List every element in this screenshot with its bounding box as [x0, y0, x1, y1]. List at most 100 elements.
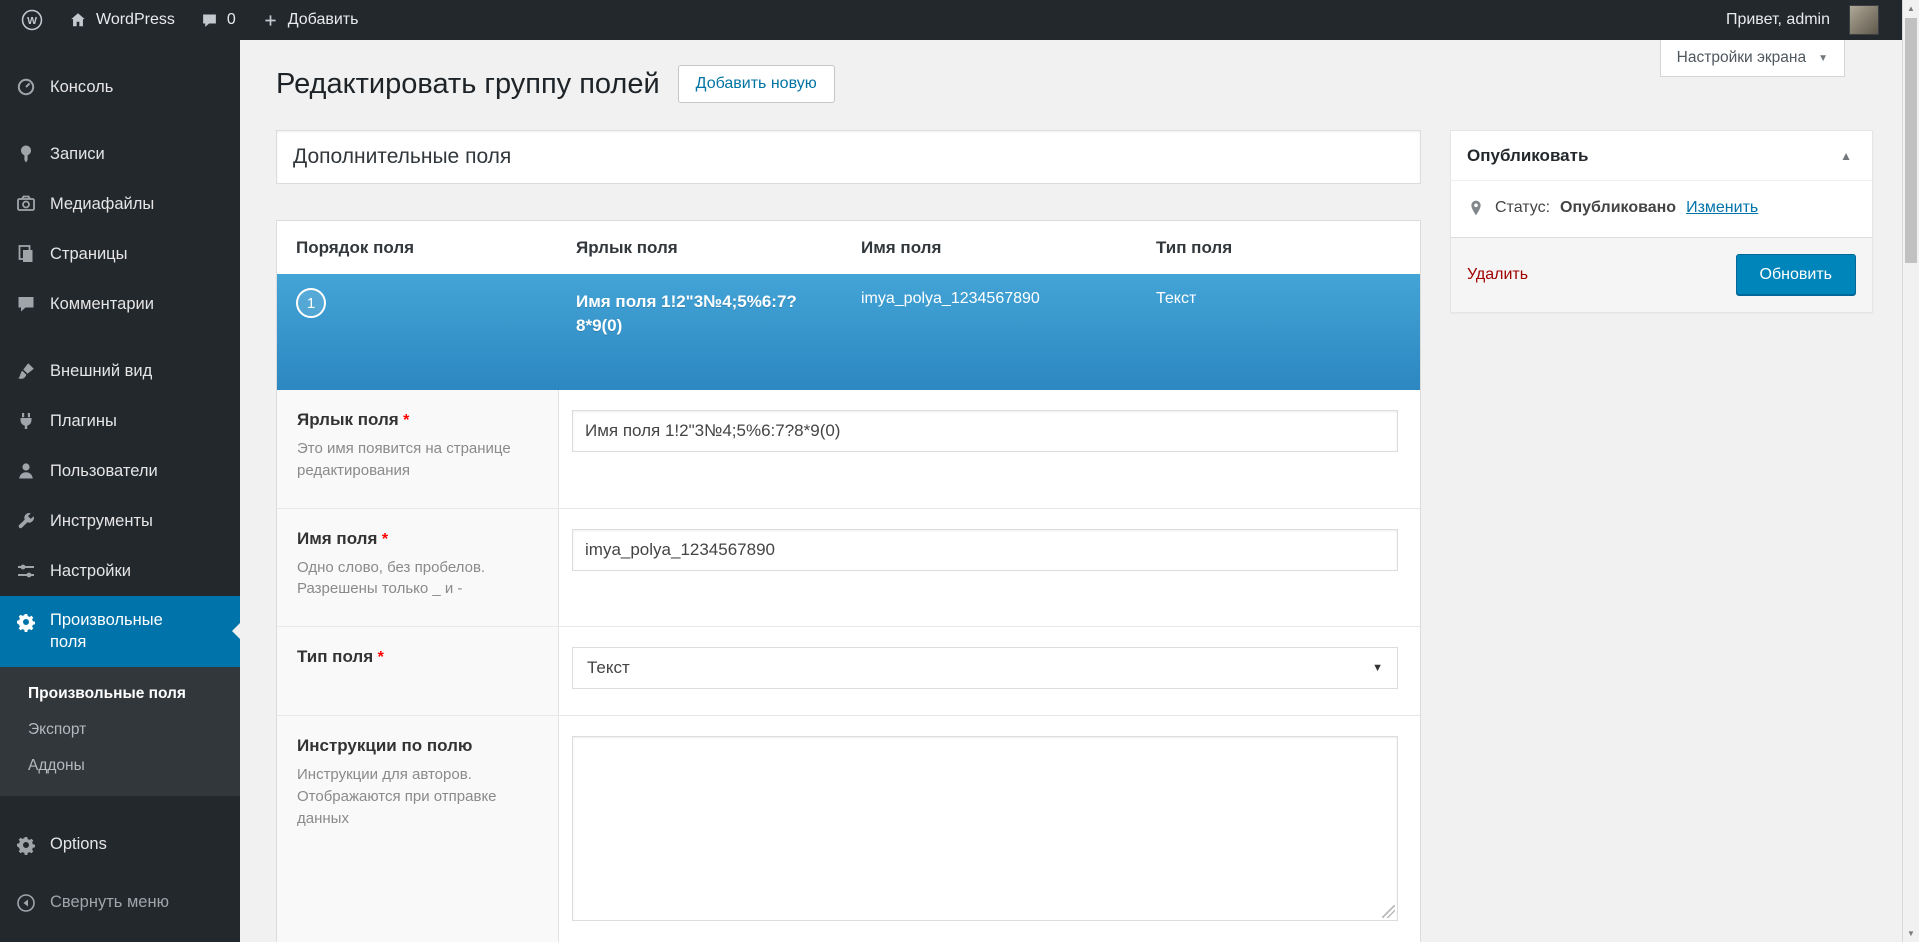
home-icon: [69, 11, 87, 29]
custom-fields-submenu: Произвольные поля Экспорт Аддоны: [0, 667, 240, 796]
media-icon: [15, 193, 37, 215]
sidebar-item-label: Настройки: [50, 562, 131, 581]
comments-shortcut[interactable]: 0: [188, 0, 249, 40]
new-content-label: Добавить: [288, 11, 359, 29]
sidebar-item-options[interactable]: Options: [0, 820, 240, 870]
field-instructions-textarea[interactable]: [572, 736, 1398, 921]
form-row-label-cell: Ярлык поля * Это имя появится на страниц…: [277, 390, 559, 508]
required-marker: *: [382, 531, 388, 548]
comments-count: 0: [227, 11, 236, 29]
form-row-field-name: Имя поля * Одно слово, без пробелов. Раз…: [277, 508, 1420, 627]
pushpin-icon: [15, 143, 37, 165]
sidebar-item-label: Options: [50, 835, 107, 854]
admin-sidebar: Консоль Записи Медиафайлы Страницы Комме…: [0, 40, 240, 942]
greeting-label: Привет, admin: [1726, 11, 1830, 29]
scroll-up-icon[interactable]: ▲: [1903, 0, 1919, 17]
vertical-scrollbar[interactable]: ▲ ▼: [1902, 0, 1919, 942]
sidebar-item-custom-fields[interactable]: Произвольные поля: [0, 596, 240, 667]
sidebar-item-tools[interactable]: Инструменты: [0, 496, 240, 546]
form-row-label-cell: Имя поля * Одно слово, без пробелов. Раз…: [277, 509, 559, 627]
sidebar-item-label: Консоль: [50, 78, 113, 97]
appearance-icon: [15, 360, 37, 382]
my-account-menu[interactable]: Привет, admin: [1713, 5, 1892, 35]
collapse-menu-button[interactable]: Свернуть меню: [0, 878, 240, 928]
sidebar-item-plugins[interactable]: Плагины: [0, 396, 240, 446]
wp-logo-menu[interactable]: W: [8, 0, 56, 40]
submenu-item-label: Произвольные поля: [28, 685, 186, 702]
field-row-name: imya_polya_1234567890: [861, 290, 1156, 390]
sidebar-item-label: Плагины: [50, 412, 117, 431]
sidebar-item-label: Внешний вид: [50, 362, 152, 381]
form-row-input-cell: [559, 716, 1420, 942]
field-type-selected-value: Текст: [587, 658, 630, 678]
edit-status-link[interactable]: Изменить: [1686, 199, 1758, 217]
column-header-name: Имя поля: [861, 238, 1156, 258]
editor-column: Порядок поля Ярлык поля Имя поля Тип пол…: [276, 130, 1421, 942]
publish-metabox-header: Опубликовать ▲: [1451, 131, 1872, 181]
sidebar-item-dashboard[interactable]: Консоль: [0, 62, 240, 112]
textarea-resize-handle[interactable]: [1382, 905, 1395, 918]
field-row-type: Текст: [1156, 290, 1420, 390]
collapse-menu-label: Свернуть меню: [50, 893, 169, 912]
form-row-label-cell: Инструкции по полю Инструкции для авторо…: [277, 716, 559, 942]
post-status-row: Статус: Опубликовано Изменить: [1451, 181, 1872, 237]
sidebar-item-media[interactable]: Медиафайлы: [0, 179, 240, 229]
plus-icon: [262, 12, 279, 29]
scroll-down-icon[interactable]: ▼: [1903, 925, 1919, 942]
field-type-select[interactable]: Текст ▼: [572, 647, 1398, 689]
delete-link[interactable]: Удалить: [1467, 266, 1528, 284]
sidebar-item-appearance[interactable]: Внешний вид: [0, 346, 240, 396]
scrollbar-thumb[interactable]: [1905, 18, 1917, 263]
form-row-field-type: Тип поля * Текст ▼: [277, 626, 1420, 715]
site-name-link[interactable]: WordPress: [56, 0, 188, 40]
sidebar-item-label: Медиафайлы: [50, 195, 154, 214]
wordpress-logo-icon: W: [21, 9, 43, 31]
field-label-input[interactable]: [572, 410, 1398, 452]
form-row-field-label: Ярлык поля * Это имя появится на страниц…: [277, 390, 1420, 508]
field-row-label: Имя поля 1!2"3№4;5%6:7?8*9(0): [576, 290, 861, 390]
form-row-input-cell: [559, 390, 1420, 508]
screen-options-tab[interactable]: Настройки экрана ▼: [1660, 40, 1845, 77]
sidebar-item-label: Комментарии: [50, 295, 154, 314]
sidebar-item-label: Пользователи: [50, 462, 158, 481]
sidebar-item-posts[interactable]: Записи: [0, 129, 240, 179]
sidebar-item-label: Записи: [50, 145, 105, 164]
publishing-actions: Удалить Обновить: [1451, 237, 1872, 312]
page-header: Редактировать группу полей Добавить нову…: [276, 40, 1873, 103]
settings-icon: [15, 560, 37, 582]
new-content-menu[interactable]: Добавить: [249, 0, 372, 40]
sidebar-column: Опубликовать ▲ Статус: Опубликовано Изме…: [1450, 130, 1873, 313]
sidebar-item-users[interactable]: Пользователи: [0, 446, 240, 496]
group-title-input[interactable]: [276, 130, 1421, 184]
sidebar-item-pages[interactable]: Страницы: [0, 229, 240, 279]
update-button[interactable]: Обновить: [1736, 254, 1856, 296]
user-avatar: [1849, 5, 1879, 35]
tools-icon: [15, 510, 37, 532]
field-name-title: Имя поля: [297, 529, 377, 548]
gear-icon: [15, 834, 37, 856]
field-order-badge: 1: [296, 288, 326, 318]
svg-text:W: W: [27, 16, 37, 27]
status-label: Статус:: [1495, 199, 1550, 217]
column-header-label: Ярлык поля: [576, 238, 861, 258]
fields-metabox: Порядок поля Ярлык поля Имя поля Тип пол…: [276, 220, 1421, 942]
publish-metabox: Опубликовать ▲ Статус: Опубликовано Изме…: [1450, 130, 1873, 313]
sidebar-item-settings[interactable]: Настройки: [0, 546, 240, 596]
comment-bubble-icon: [201, 12, 218, 29]
publish-title: Опубликовать: [1467, 146, 1588, 166]
field-instructions-description: Инструкции для авторов. Отображаются при…: [297, 764, 538, 829]
field-row[interactable]: 1 Имя поля 1!2"3№4;5%6:7?8*9(0) imya_pol…: [277, 274, 1420, 390]
main-content: Настройки экрана ▼ Редактировать группу …: [240, 40, 1902, 942]
add-new-button[interactable]: Добавить новую: [678, 65, 835, 103]
collapse-toggle-icon[interactable]: ▲: [1836, 145, 1856, 167]
submenu-item-export[interactable]: Экспорт: [0, 712, 240, 748]
submenu-item-label: Экспорт: [28, 721, 86, 738]
select-arrow-icon: ▼: [1372, 662, 1383, 674]
field-name-description: Одно слово, без пробелов. Разрешены толь…: [297, 557, 538, 601]
submenu-item-addons[interactable]: Аддоны: [0, 748, 240, 784]
submenu-item-custom-fields[interactable]: Произвольные поля: [0, 676, 240, 712]
field-name-input[interactable]: [572, 529, 1398, 571]
collapse-icon: [15, 892, 37, 914]
sidebar-item-comments[interactable]: Комментарии: [0, 279, 240, 329]
status-value: Опубликовано: [1560, 199, 1676, 217]
